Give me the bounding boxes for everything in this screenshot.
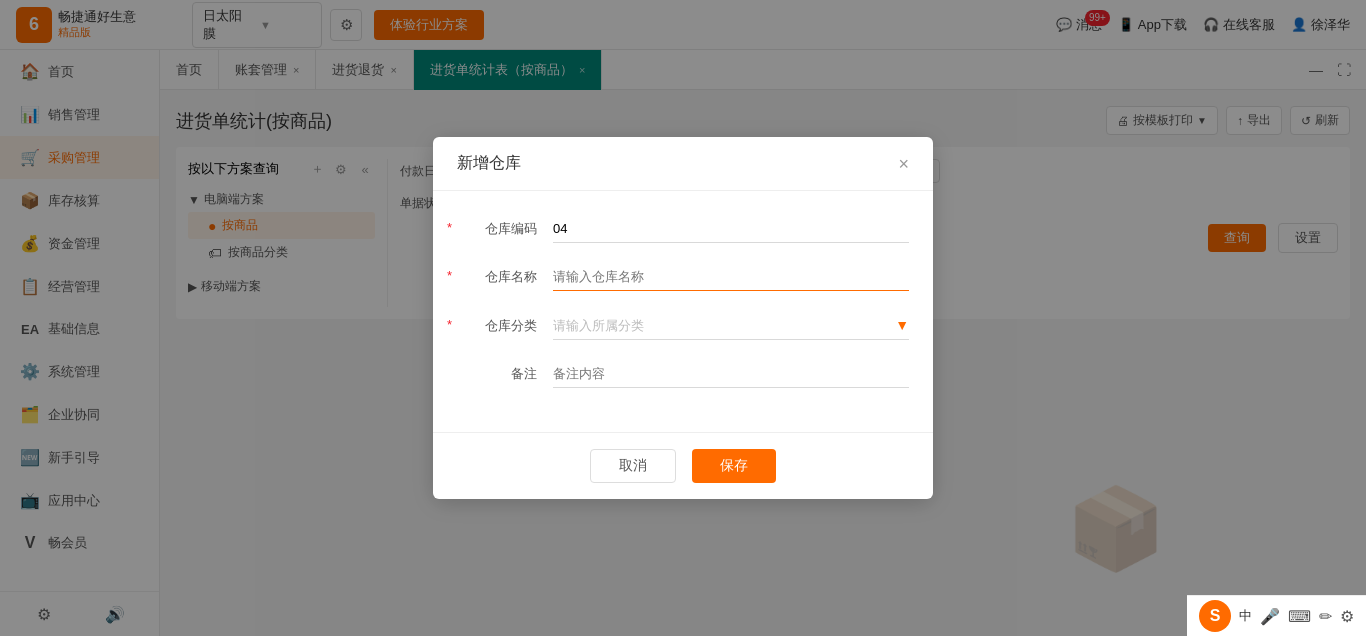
save-button[interactable]: 保存 — [692, 449, 776, 483]
code-input[interactable] — [553, 215, 909, 243]
form-row-note: 备注 — [457, 360, 909, 388]
category-select-wrapper: 请输入所属分类 ▼ — [553, 311, 909, 340]
form-row-category: 仓库分类 请输入所属分类 ▼ — [457, 311, 909, 340]
name-input[interactable] — [553, 263, 909, 291]
chinese-input-icon[interactable]: 中 — [1239, 607, 1252, 625]
name-label: 仓库名称 — [457, 268, 537, 286]
handwriting-icon[interactable]: ✏ — [1319, 607, 1332, 626]
keyboard-icon[interactable]: ⌨ — [1288, 607, 1311, 626]
category-select[interactable]: 请输入所属分类 — [553, 318, 895, 333]
cancel-button[interactable]: 取消 — [590, 449, 676, 483]
category-label: 仓库分类 — [457, 317, 537, 335]
category-arrow-icon: ▼ — [895, 317, 909, 333]
more-input-icon[interactable]: ⚙ — [1340, 607, 1354, 626]
note-input[interactable] — [553, 360, 909, 388]
modal-footer: 取消 保存 — [433, 432, 933, 499]
s-logo-icon: S — [1199, 600, 1231, 632]
code-label: 仓库编码 — [457, 220, 537, 238]
modal-title: 新增仓库 — [457, 153, 521, 174]
modal-header: 新增仓库 × — [433, 137, 933, 191]
microphone-icon[interactable]: 🎤 — [1260, 607, 1280, 626]
note-label: 备注 — [457, 365, 537, 383]
form-row-name: 仓库名称 — [457, 263, 909, 291]
modal-body: 仓库编码 仓库名称 仓库分类 请输入所属分类 ▼ 备注 — [433, 191, 933, 432]
bottom-toolbar: S 中 🎤 ⌨ ✏ ⚙ — [1187, 595, 1366, 636]
new-warehouse-modal: 新增仓库 × 仓库编码 仓库名称 仓库分类 请输入所属分类 ▼ 备注 — [433, 137, 933, 499]
form-row-code: 仓库编码 — [457, 215, 909, 243]
modal-close-button[interactable]: × — [898, 155, 909, 173]
